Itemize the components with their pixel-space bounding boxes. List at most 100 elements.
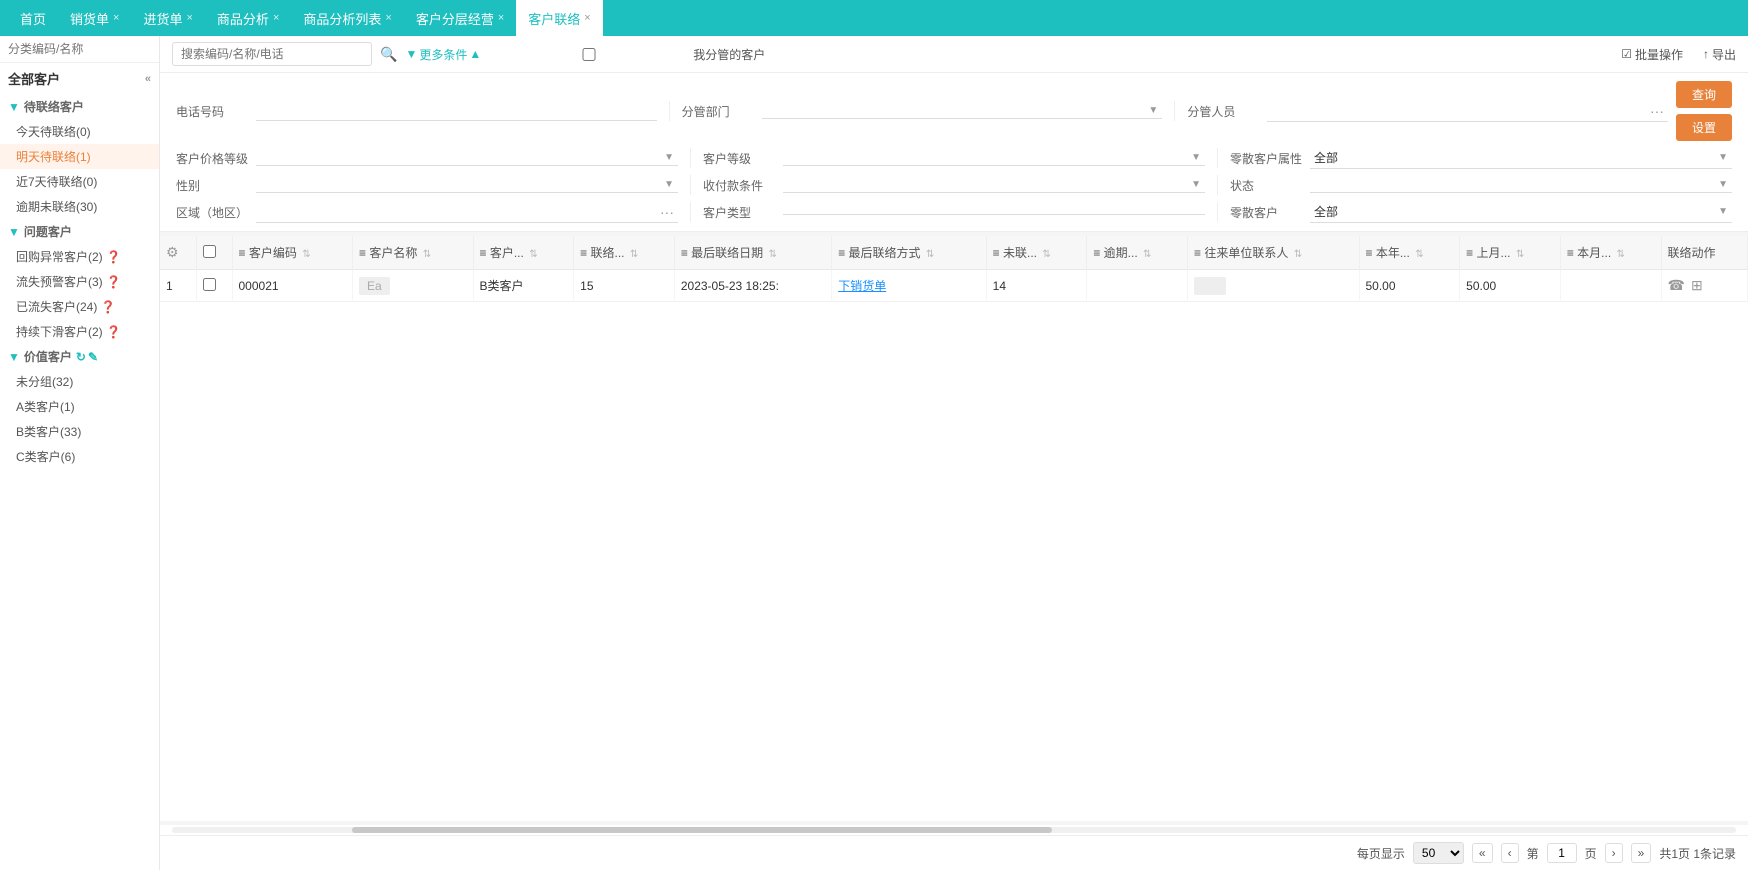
sidebar-item-declining[interactable]: 持续下滑客户(2) ❓ [0, 319, 159, 344]
nav-close-customer-contact[interactable]: × [584, 12, 590, 24]
sidebar-item-c-class[interactable]: C类客户(6) [0, 444, 159, 469]
sidebar-collapse-icon: « [145, 73, 151, 85]
this-year-sort-icon: ⇅ [1415, 249, 1423, 260]
sidebar-item-overdue-contact[interactable]: 逾期未联络(30) [0, 194, 159, 219]
sidebar-search-input[interactable] [8, 42, 160, 56]
contact-count-sort-icon: ⇅ [630, 249, 638, 260]
filter-row-2: 客户价格等级 ▼ 客户等级 ▼ 零散客户属性 [176, 147, 1732, 169]
manager-ellipsis-icon[interactable]: ··· [1650, 103, 1664, 119]
th-no-contact: ≡ 未联... ⇅ [986, 236, 1087, 270]
th-gear: ⚙ [160, 236, 196, 270]
td-no: 1 [160, 270, 196, 302]
select-all-checkbox[interactable] [203, 245, 216, 258]
sidebar-item-tomorrow-contact[interactable]: 明天待联络(1) [0, 144, 159, 169]
nav-close-purchase-order[interactable]: × [186, 12, 192, 24]
nav-close-sales-order[interactable]: × [113, 12, 119, 24]
row-checkbox[interactable] [203, 278, 216, 291]
filter-manager: 分管人员 ··· [1187, 101, 1668, 122]
query-button[interactable]: 查询 [1676, 81, 1732, 108]
sidebar-item-churn-warning[interactable]: 流失预警客户(3) ❓ [0, 269, 159, 294]
first-page-button[interactable]: « [1472, 843, 1493, 863]
nav-customer-segment[interactable]: 客户分层经营 × [404, 0, 516, 36]
price-grade-select[interactable]: ▼ [256, 150, 678, 166]
action-grid-icon[interactable]: ⊞ [1691, 277, 1703, 294]
batch-op-btn[interactable]: ☑ 批量操作 [1621, 46, 1683, 63]
search-button[interactable]: 🔍 [380, 46, 397, 63]
customer-table: ⚙ ≡ 客户编码 ⇅ ≡ 客户名称 ⇅ [160, 236, 1748, 302]
filter-payment: 收付款条件 ▼ [703, 177, 1205, 194]
last-way-link[interactable]: 下销货单 [838, 279, 886, 293]
filter-price-grade: 客户价格等级 ▼ [176, 150, 678, 167]
more-filter-btn[interactable]: ▼ 更多条件 ▲ [405, 46, 481, 63]
scroll-thumb[interactable] [352, 827, 1052, 833]
sidebar-item-b-class[interactable]: B类客户(33) [0, 419, 159, 444]
nav-customer-contact[interactable]: 客户联络 × [516, 0, 602, 36]
area-ellipsis-icon[interactable]: ··· [660, 204, 674, 220]
my-customer-check[interactable] [489, 48, 689, 61]
value-edit-icon[interactable]: ✎ [88, 350, 98, 364]
export-icon: ↑ [1703, 47, 1709, 61]
sidebar-all-customers[interactable]: 全部客户 « [0, 63, 159, 94]
nav-close-customer-segment[interactable]: × [498, 12, 504, 24]
filter-retail-attr: 零散客户属性 全部 ▼ [1230, 147, 1732, 169]
sidebar-item-today-contact[interactable]: 今天待联络(0) [0, 119, 159, 144]
page-number-input[interactable] [1547, 843, 1577, 863]
phone-input[interactable] [256, 102, 657, 121]
dept-select[interactable]: ▼ [762, 103, 1163, 119]
nav-product-analysis[interactable]: 商品分析 × [205, 0, 291, 36]
payment-select[interactable]: ▼ [783, 177, 1205, 193]
top-nav: 首页 销货单 × 进货单 × 商品分析 × 商品分析列表 × 客户分层经营 × … [0, 0, 1748, 36]
horizontal-scrollbar[interactable] [160, 825, 1748, 835]
retail-customer-arrow: ▼ [1718, 206, 1728, 217]
action-phone-icon[interactable]: ☎ [1668, 277, 1685, 294]
status-arrow: ▼ [1718, 179, 1728, 190]
main-layout: 🔍 全部客户 « ▼ 待联络客户 今天待联络(0) 明天待联络(1) 近7天待联… [0, 36, 1748, 870]
filter-dept: 分管部门 ▼ [682, 103, 1163, 120]
nav-close-product-analysis-list[interactable]: × [385, 12, 391, 24]
value-refresh-icon[interactable]: ↻ [76, 350, 86, 364]
nav-close-product-analysis[interactable]: × [273, 12, 279, 24]
checkbox-icon: ☑ [1621, 47, 1632, 61]
td-unit-contact [1188, 270, 1359, 302]
page-size-select[interactable]: 50 100 200 [1413, 842, 1464, 864]
retail-customer-select[interactable]: 全部 ▼ [1310, 201, 1732, 223]
search-input[interactable] [172, 42, 372, 66]
sidebar-item-a-class[interactable]: A类客户(1) [0, 394, 159, 419]
th-this-month: ≡ 本月... ⇅ [1560, 236, 1661, 270]
sidebar-item-ungrouped[interactable]: 未分组(32) [0, 369, 159, 394]
area-select[interactable]: ··· [256, 202, 678, 223]
gender-select[interactable]: ▼ [256, 177, 678, 193]
customer-type-select[interactable] [783, 210, 1205, 215]
unit-contact-blur [1194, 277, 1226, 295]
overdue-sort-icon: ⇅ [1143, 249, 1151, 260]
set-button[interactable]: 设置 [1676, 114, 1732, 141]
manager-select[interactable]: ··· [1267, 101, 1668, 122]
chevron-up-icon: ▲ [469, 47, 481, 61]
next-page-button[interactable]: › [1605, 843, 1623, 863]
sidebar-item-churned[interactable]: 已流失客户(24) ❓ [0, 294, 159, 319]
nav-sales-order[interactable]: 销货单 × [58, 0, 131, 36]
retail-attr-select[interactable]: 全部 ▼ [1310, 147, 1732, 169]
sidebar-item-repurchase-abnormal[interactable]: 回购异常客户(2) ❓ [0, 244, 159, 269]
status-select[interactable]: ▼ [1310, 177, 1732, 193]
td-last-way: 下销货单 [832, 270, 986, 302]
td-action: ☎ ⊞ [1661, 270, 1747, 302]
td-checkbox [196, 270, 232, 302]
search-bar: 🔍 ▼ 更多条件 ▲ 我分管的客户 ☑ 批量操作 ↑ 导出 [160, 36, 1748, 73]
my-customer-checkbox[interactable]: 我分管的客户 [489, 46, 765, 63]
unit-contact-sort-icon: ⇅ [1294, 249, 1302, 260]
customer-grade-select[interactable]: ▼ [783, 150, 1205, 166]
prev-page-button[interactable]: ‹ [1501, 843, 1519, 863]
export-btn[interactable]: ↑ 导出 [1703, 46, 1736, 63]
th-last-way: ≡ 最后联络方式 ⇅ [832, 236, 986, 270]
filter-customer-type: 客户类型 [703, 204, 1205, 221]
nav-purchase-order[interactable]: 进货单 × [131, 0, 204, 36]
nav-product-analysis-list[interactable]: 商品分析列表 × [291, 0, 403, 36]
sidebar-item-7day-contact[interactable]: 近7天待联络(0) [0, 169, 159, 194]
filter-phone: 电话号码 [176, 102, 657, 121]
column-settings-icon[interactable]: ⚙ [166, 244, 179, 260]
last-page-button[interactable]: » [1631, 843, 1652, 863]
nav-home[interactable]: 首页 [8, 0, 58, 36]
retail-attr-arrow: ▼ [1718, 152, 1728, 163]
no-contact-sort-icon: ⇅ [1042, 249, 1050, 260]
